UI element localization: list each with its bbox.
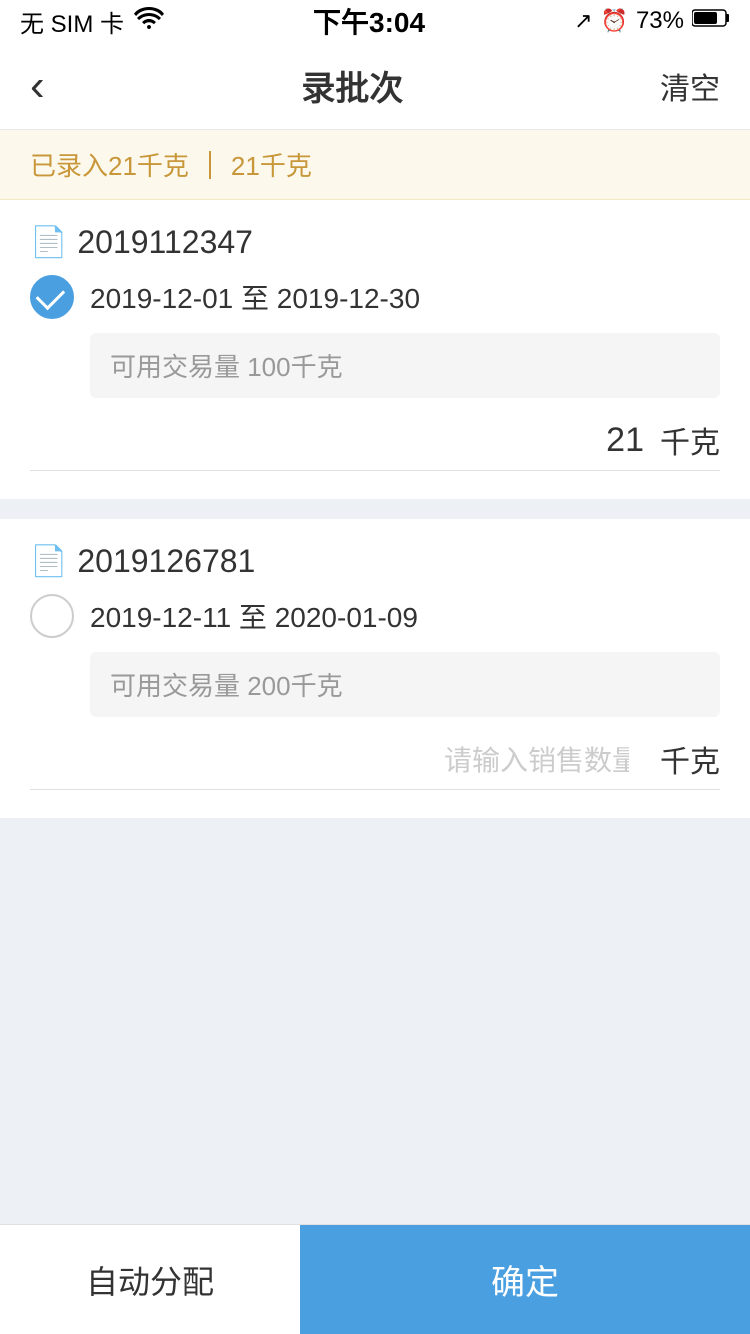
status-bar: 无 SIM 卡 下午3:04 ↗ ⏰ 73% xyxy=(0,0,750,42)
clear-button[interactable]: 清空 xyxy=(660,64,720,108)
summary-banner: 已录入21千克 21千克 xyxy=(0,130,750,200)
batch-input-value-1: 21 xyxy=(606,421,644,460)
recorded-label: 已录入21千克 xyxy=(30,146,189,183)
page-title: 录批次 xyxy=(301,61,403,110)
batch-unit-1: 千克 xyxy=(660,418,720,462)
card-divider xyxy=(0,499,750,519)
doc-icon-2: 📄 xyxy=(30,544,67,579)
carrier-text: 无 SIM 卡 xyxy=(20,4,124,39)
alarm-icon: ⏰ xyxy=(601,8,628,34)
auto-distribute-button[interactable]: 自动分配 xyxy=(0,1225,300,1334)
bottom-buttons: 自动分配 确定 xyxy=(0,1224,750,1334)
battery-icon xyxy=(692,7,730,35)
status-time: 下午3:04 xyxy=(313,1,425,41)
batch-unit-2: 千克 xyxy=(660,737,720,781)
status-right: ↗ ⏰ 73% xyxy=(574,7,730,35)
wifi-icon xyxy=(134,7,164,36)
batch-qty-bar-1: 可用交易量 100千克 xyxy=(90,333,720,398)
batch-card-2: 📄 2019126781 2019-12-11 至 2020-01-09 可用交… xyxy=(0,519,750,818)
batch-input-row-2: 千克 xyxy=(30,737,720,790)
batch-date-1: 2019-12-01 至 2019-12-30 xyxy=(90,277,420,317)
empty-space xyxy=(0,818,750,1268)
radio-btn-1[interactable] xyxy=(30,275,74,319)
confirm-button[interactable]: 确定 xyxy=(300,1225,750,1334)
batch-header-2: 📄 2019126781 xyxy=(30,543,720,580)
batch-qty-bar-2: 可用交易量 200千克 xyxy=(90,652,720,717)
back-icon: ‹ xyxy=(30,64,45,108)
batch-id-1: 2019112347 xyxy=(77,224,253,261)
location-icon: ↗ xyxy=(574,8,592,34)
batch-id-2: 2019126781 xyxy=(77,543,255,580)
nav-bar: ‹ 录批次 清空 xyxy=(0,42,750,130)
content-area: 📄 2019112347 2019-12-01 至 2019-12-30 可用交… xyxy=(0,200,750,1294)
batch-date-row-2: 2019-12-11 至 2020-01-09 xyxy=(30,594,720,638)
status-left: 无 SIM 卡 xyxy=(20,4,164,39)
battery-text: 73% xyxy=(636,7,684,35)
batch-input-row-1: 21 千克 xyxy=(30,418,720,471)
batch-date-row-1: 2019-12-01 至 2019-12-30 xyxy=(30,275,720,319)
batch-qty-text-2: 可用交易量 200千克 xyxy=(110,671,343,701)
batch-qty-text-1: 可用交易量 100千克 xyxy=(110,352,343,382)
back-button[interactable]: ‹ xyxy=(30,64,45,108)
summary-divider xyxy=(209,151,211,179)
summary-value: 21千克 xyxy=(231,146,312,183)
batch-header-1: 📄 2019112347 xyxy=(30,224,720,261)
radio-btn-2[interactable] xyxy=(30,594,74,638)
batch-date-2: 2019-12-11 至 2020-01-09 xyxy=(90,596,418,636)
batch-card-1: 📄 2019112347 2019-12-01 至 2019-12-30 可用交… xyxy=(0,200,750,499)
batch-input-field-2[interactable] xyxy=(444,740,644,779)
doc-icon-1: 📄 xyxy=(30,225,67,260)
